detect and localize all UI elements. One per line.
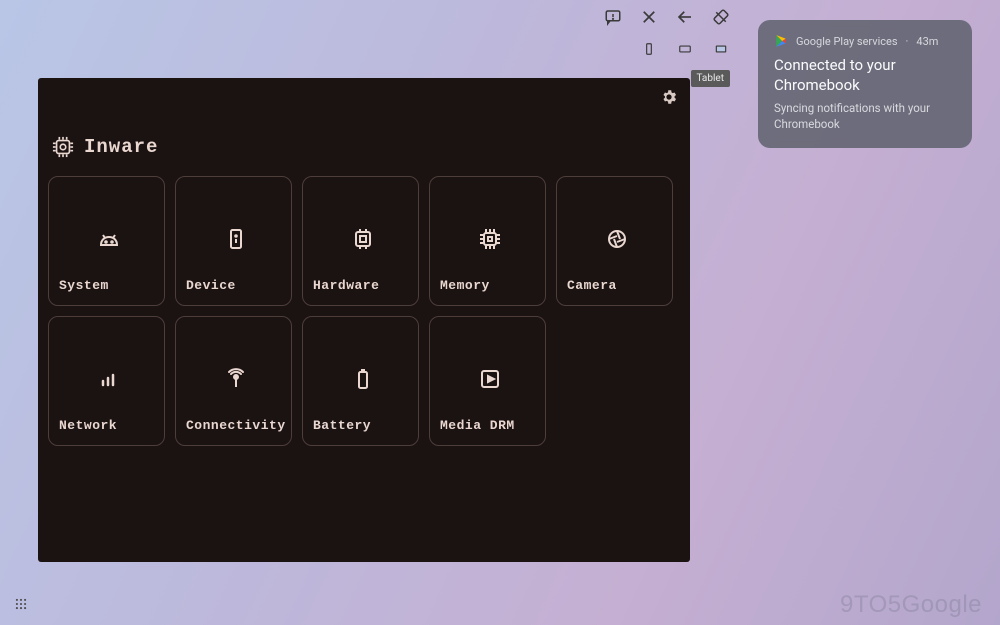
tile-label: Camera: [567, 278, 617, 293]
app-launcher-icon[interactable]: [14, 597, 28, 611]
notification-title: Connected to your Chromebook: [774, 56, 956, 95]
tile-label: Battery: [313, 418, 371, 433]
tooltip: Tablet: [691, 70, 730, 87]
notification-age: 43m: [916, 35, 938, 48]
tiles-grid: System Device Hardware Memory Camera: [48, 176, 680, 446]
tablet-frame-icon[interactable]: [712, 42, 730, 56]
tile-connectivity[interactable]: Connectivity: [175, 316, 292, 446]
app-name: Inware: [84, 136, 158, 158]
window-controls: [604, 8, 730, 26]
tile-label: Memory: [440, 278, 490, 293]
tile-system[interactable]: System: [48, 176, 165, 306]
notification-source: Google Play services: [796, 35, 898, 48]
camera-icon: [605, 227, 629, 251]
media-drm-icon: [478, 367, 502, 391]
phone-frame-icon[interactable]: [640, 42, 658, 56]
tile-network[interactable]: Network: [48, 316, 165, 446]
tile-label: Connectivity: [186, 418, 286, 433]
hardware-icon: [351, 227, 375, 251]
close-icon[interactable]: [640, 8, 658, 26]
tile-label: Device: [186, 278, 236, 293]
battery-icon: [351, 367, 375, 391]
feedback-icon[interactable]: [604, 8, 622, 26]
notification-header: Google Play services · 43m: [774, 34, 956, 48]
tile-memory[interactable]: Memory: [429, 176, 546, 306]
android-icon: [97, 227, 121, 251]
settings-icon[interactable]: [660, 88, 678, 106]
app-title: Inware: [52, 136, 680, 158]
google-play-icon: [774, 34, 788, 48]
app-logo-icon: [52, 136, 74, 158]
back-arrow-icon[interactable]: [676, 8, 694, 26]
memory-icon: [478, 227, 502, 251]
tile-label: Media DRM: [440, 418, 515, 433]
connectivity-icon: [224, 367, 248, 391]
network-icon: [97, 367, 121, 391]
device-icon: [224, 227, 248, 251]
tile-battery[interactable]: Battery: [302, 316, 419, 446]
landscape-frame-icon[interactable]: [676, 42, 694, 56]
rotate-icon[interactable]: [712, 8, 730, 26]
watermark: 9TO5Google: [840, 591, 982, 619]
app-window: Inware System Device Hardware Memory: [38, 78, 690, 562]
tile-label: System: [59, 278, 109, 293]
notification-card[interactable]: Google Play services · 43m Connected to …: [758, 20, 972, 148]
tile-mediadrm[interactable]: Media DRM: [429, 316, 546, 446]
tile-label: Hardware: [313, 278, 379, 293]
tile-hardware[interactable]: Hardware: [302, 176, 419, 306]
tile-camera[interactable]: Camera: [556, 176, 673, 306]
notification-body: Syncing notifications with your Chromebo…: [774, 101, 956, 132]
tile-device[interactable]: Device: [175, 176, 292, 306]
tile-label: Network: [59, 418, 117, 433]
device-frame-toggle: [640, 42, 730, 56]
